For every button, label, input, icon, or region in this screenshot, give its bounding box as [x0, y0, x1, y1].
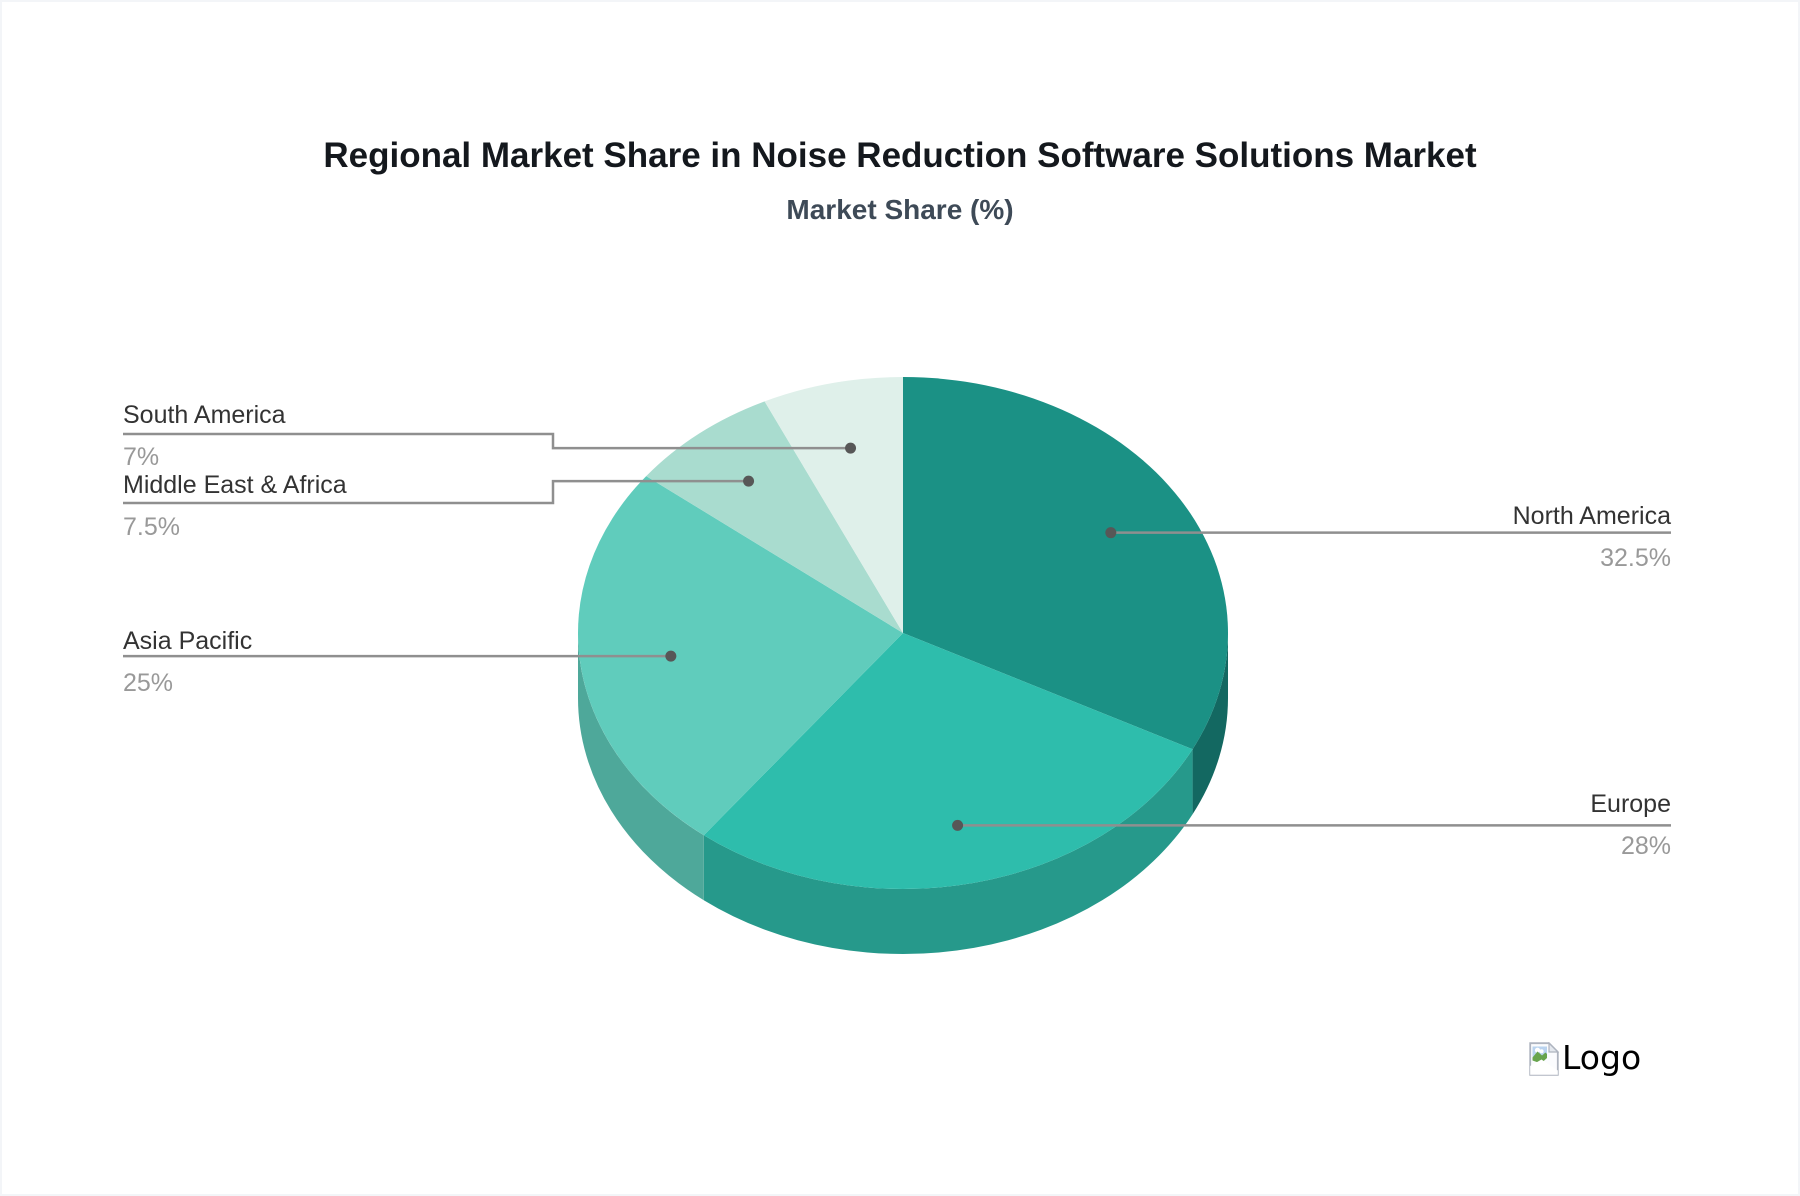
leader-dot-middle-east-africa	[743, 475, 755, 487]
slice-name: South America	[123, 401, 286, 429]
slice-value: 7%	[123, 443, 160, 471]
leader-dot-south-america	[845, 442, 857, 454]
slice-value: 32.5%	[1600, 544, 1671, 572]
slice-name: Europe	[1590, 790, 1671, 818]
slice-value: 28%	[1620, 832, 1671, 860]
slice-name: North America	[1512, 502, 1671, 530]
logo-alt-text: Logo	[1562, 1038, 1642, 1077]
logo-watermark: Logo	[1528, 1038, 1641, 1078]
broken-image-icon	[1529, 1042, 1560, 1076]
slice-label-asia-pacific: Asia Pacific 25%	[123, 627, 252, 698]
slice-label-south-america: South America 7%	[123, 401, 286, 472]
pie-slices	[578, 377, 1229, 889]
slice-label-north-america: North America 32.5%	[1513, 502, 1671, 573]
slice-value: 25%	[123, 669, 174, 697]
leader-dot-asia-pacific	[665, 650, 677, 662]
slice-label-europe: Europe 28%	[1590, 790, 1671, 861]
slice-name: Middle East & Africa	[123, 471, 347, 499]
pie-chart	[123, 377, 1671, 954]
leader-dot-europe	[952, 819, 964, 831]
slice-value: 7.5%	[123, 513, 180, 541]
leader-dot-north-america	[1105, 527, 1117, 539]
slice-label-middle-east-africa: Middle East & Africa 7.5%	[123, 471, 347, 542]
slice-name: Asia Pacific	[123, 627, 253, 655]
